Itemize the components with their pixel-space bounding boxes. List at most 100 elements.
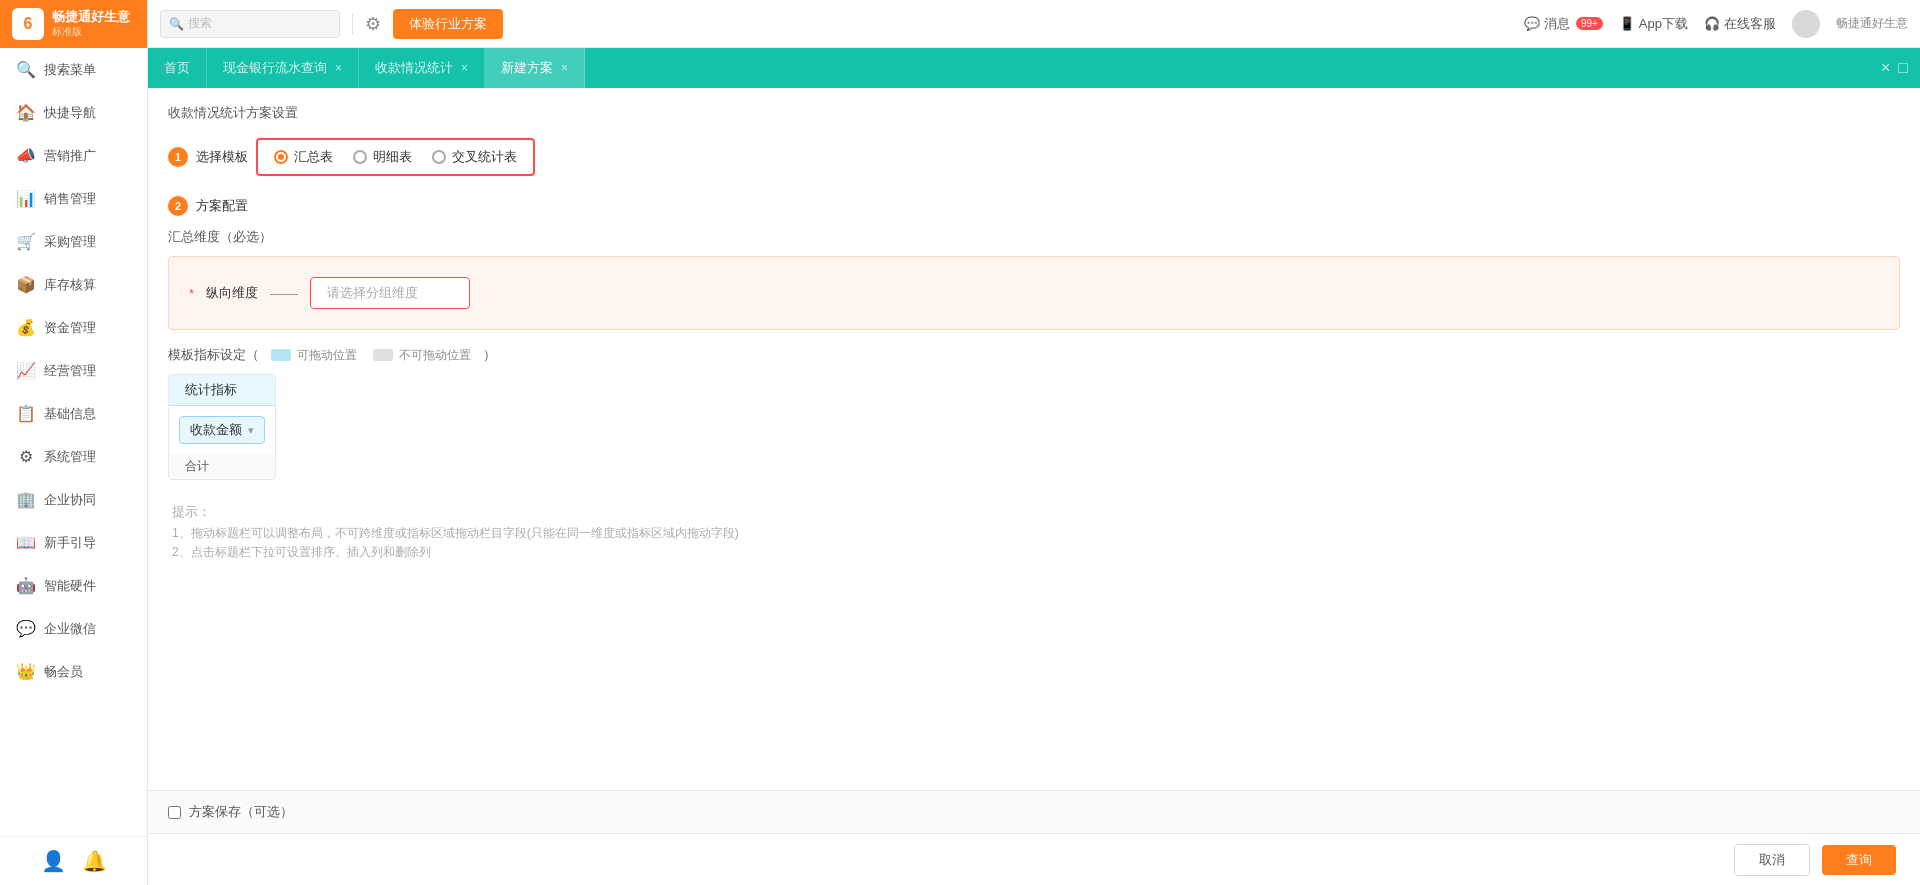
legend-fixed-item: 不可拖动位置	[373, 347, 471, 364]
sidebar: 6 畅捷通好生意 标准版 🔍 搜索菜单 🏠 快捷导航 📣 营销推广 📊 销售管理…	[0, 0, 148, 885]
sidebar-label-enterprise: 企业协同	[44, 491, 96, 509]
logo-icon: 6	[12, 8, 44, 40]
tab-home[interactable]: 首页	[148, 48, 207, 88]
sidebar-label-member: 畅会员	[44, 663, 83, 681]
user-avatar[interactable]	[1792, 10, 1820, 38]
gear-icon: ⚙	[16, 447, 36, 466]
sidebar-label-guide: 新手引导	[44, 534, 96, 552]
tab-window-close[interactable]: ×	[1881, 59, 1890, 77]
radio-summary-input[interactable]	[274, 150, 288, 164]
legend-draggable-dot	[271, 349, 291, 361]
sidebar-item-system[interactable]: ⚙ 系统管理	[0, 435, 147, 478]
radio-detail-input[interactable]	[353, 150, 367, 164]
sidebar-label-basic: 基础信息	[44, 405, 96, 423]
page-inner: 收款情况统计方案设置 1 选择模板 汇总表 明细表	[148, 88, 1920, 790]
legend-draggable-item: 可拖动位置	[271, 347, 357, 364]
indicator-settings-label: 模板指标设定（ 可拖动位置 不可拖动位置	[168, 346, 1900, 364]
radio-summary[interactable]: 汇总表	[274, 148, 333, 166]
service-item[interactable]: 🎧 在线客服	[1704, 15, 1776, 33]
sidebar-label-purchase: 采购管理	[44, 233, 96, 251]
sidebar-item-enterprise[interactable]: 🏢 企业协同	[0, 478, 147, 521]
sidebar-item-search[interactable]: 🔍 搜索菜单	[0, 48, 147, 91]
tab-bank-close[interactable]: ×	[335, 61, 342, 75]
save-checkbox[interactable]	[168, 806, 181, 819]
dimension-title: 汇总维度（必选）	[168, 228, 1900, 246]
logo-badge: 标准版	[52, 25, 130, 39]
tab-bank-label: 现金银行流水查询	[223, 59, 327, 77]
home-icon: 🏠	[16, 103, 36, 122]
step2-header: 2 方案配置	[168, 196, 1900, 216]
tab-new-plan-close[interactable]: ×	[561, 61, 568, 75]
step1-section: 1 选择模板 汇总表 明细表 交	[168, 138, 1900, 176]
tab-window-maximize[interactable]: □	[1898, 59, 1908, 77]
tab-home-label: 首页	[164, 59, 190, 77]
indicator-tags-area: 收款金额 ▾	[169, 406, 275, 454]
tabs-bar: 首页 现金银行流水查询 × 收款情况统计 × 新建方案 × × □	[148, 48, 1920, 88]
sidebar-item-sales[interactable]: 📊 销售管理	[0, 177, 147, 220]
indicator-title: 模板指标设定（	[168, 346, 259, 364]
tab-bank[interactable]: 现金银行流水查询 ×	[207, 48, 359, 88]
sales-icon: 📊	[16, 189, 36, 208]
sidebar-item-finance[interactable]: 💰 资金管理	[0, 306, 147, 349]
book-icon: 📖	[16, 533, 36, 552]
radio-cross-label: 交叉统计表	[452, 148, 517, 166]
radio-cross-input[interactable]	[432, 150, 446, 164]
tab-new-plan-label: 新建方案	[501, 59, 553, 77]
step1-number: 1	[168, 147, 188, 167]
sidebar-item-marketing[interactable]: 📣 营销推广	[0, 134, 147, 177]
industry-btn[interactable]: 体验行业方案	[393, 9, 503, 39]
radio-cross[interactable]: 交叉统计表	[432, 148, 517, 166]
sidebar-item-inventory[interactable]: 📦 库存核算	[0, 263, 147, 306]
query-button[interactable]: 查询	[1822, 845, 1896, 875]
wechat-icon: 💬	[16, 619, 36, 638]
sidebar-item-operations[interactable]: 📈 经营管理	[0, 349, 147, 392]
legend-draggable-label: 可拖动位置	[297, 347, 357, 364]
sidebar-label-inventory: 库存核算	[44, 276, 96, 294]
sidebar-item-basic[interactable]: 📋 基础信息	[0, 392, 147, 435]
download-item[interactable]: 📱 App下载	[1619, 15, 1688, 33]
save-label: 方案保存（可选）	[189, 803, 293, 821]
sidebar-item-hardware[interactable]: 🤖 智能硬件	[0, 564, 147, 607]
cancel-button[interactable]: 取消	[1734, 844, 1810, 876]
sidebar-item-purchase[interactable]: 🛒 采购管理	[0, 220, 147, 263]
arrow: ——	[270, 285, 298, 301]
sidebar-logo: 6 畅捷通好生意 标准版	[0, 0, 147, 48]
sidebar-item-quicknav[interactable]: 🏠 快捷导航	[0, 91, 147, 134]
message-label: 消息	[1544, 15, 1570, 33]
cart-icon: 🛒	[16, 232, 36, 251]
search-box[interactable]: 🔍 搜索	[160, 10, 340, 38]
sidebar-label-sales: 销售管理	[44, 190, 96, 208]
radio-summary-label: 汇总表	[294, 148, 333, 166]
step1-label: 选择模板	[196, 148, 248, 166]
message-item[interactable]: 💬 消息 99+	[1524, 15, 1603, 33]
user-icon[interactable]: 👤	[41, 849, 66, 873]
sidebar-item-wechat[interactable]: 💬 企业微信	[0, 607, 147, 650]
message-icon: 💬	[1524, 16, 1540, 31]
tab-new-plan[interactable]: 新建方案 ×	[485, 48, 585, 88]
search-icon: 🔍	[169, 17, 184, 31]
search-icon: 🔍	[16, 60, 36, 79]
radio-detail-label: 明细表	[373, 148, 412, 166]
indicator-subtotal: 合计	[169, 454, 275, 479]
sidebar-item-guide[interactable]: 📖 新手引导	[0, 521, 147, 564]
tab-collection-close[interactable]: ×	[461, 61, 468, 75]
settings-icon[interactable]: ⚙	[365, 13, 381, 35]
step2-label: 方案配置	[196, 197, 248, 215]
sidebar-label-marketing: 营销推广	[44, 147, 96, 165]
sidebar-item-member[interactable]: 👑 畅会员	[0, 650, 147, 693]
robot-icon: 🤖	[16, 576, 36, 595]
crown-icon: 👑	[16, 662, 36, 681]
radio-detail[interactable]: 明细表	[353, 148, 412, 166]
notification-icon[interactable]: 🔔	[82, 849, 107, 873]
dimension-select[interactable]: 请选择分组维度	[310, 277, 470, 309]
sidebar-label-quicknav: 快捷导航	[44, 104, 96, 122]
tab-collection-label: 收款情况统计	[375, 59, 453, 77]
search-placeholder: 搜索	[188, 15, 212, 32]
save-section: 方案保存（可选）	[148, 790, 1920, 833]
topbar-divider	[352, 14, 353, 34]
sidebar-label-hardware: 智能硬件	[44, 577, 96, 595]
sidebar-label-finance: 资金管理	[44, 319, 96, 337]
indicator-tag-label: 收款金额	[190, 421, 242, 439]
tab-collection[interactable]: 收款情况统计 ×	[359, 48, 485, 88]
indicator-tag-amount[interactable]: 收款金额 ▾	[179, 416, 265, 444]
